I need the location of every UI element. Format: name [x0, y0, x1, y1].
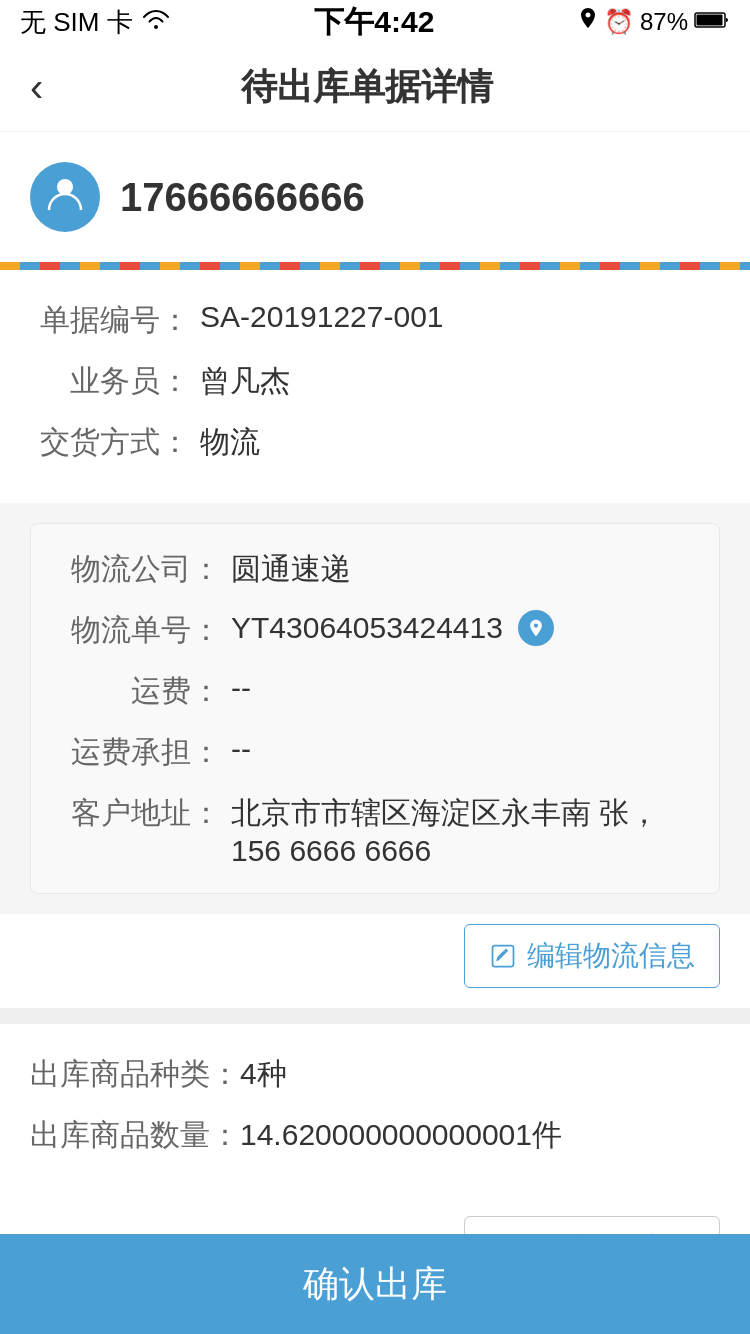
- freight-label: 运费：: [61, 671, 221, 712]
- status-left: 无 SIM 卡: [20, 5, 171, 40]
- order-number-value: SA-20191227-001: [200, 300, 720, 334]
- tracking-number: YT43064053424413: [231, 611, 503, 645]
- tracking-number-row: 物流单号： YT43064053424413: [61, 610, 689, 651]
- dashed-divider: [0, 262, 750, 270]
- battery-icon: [694, 8, 730, 36]
- status-bar: 无 SIM 卡 下午4:42 ⏰ 87%: [0, 0, 750, 44]
- logistics-company-row: 物流公司： 圆通速递: [61, 549, 689, 590]
- goods-quantity-row: 出库商品数量： 14.620000000000001件: [30, 1115, 720, 1156]
- goods-types-label: 出库商品种类：: [30, 1054, 240, 1095]
- logistics-box: 物流公司： 圆通速递 物流单号： YT43064053424413 运费： --…: [30, 523, 720, 894]
- freight-value: --: [231, 671, 689, 705]
- customer-header: 17666666666: [0, 132, 750, 262]
- tracking-value-container: YT43064053424413: [231, 610, 689, 646]
- basic-info-section: 单据编号： SA-20191227-001 业务员： 曾凡杰 交货方式： 物流: [0, 270, 750, 503]
- sales-person-label: 业务员：: [30, 361, 190, 402]
- address-value: 北京市市辖区海淀区永丰南 张，156 6666 6666: [231, 793, 689, 868]
- location-status-icon: [578, 7, 598, 37]
- edit-btn-row: 编辑物流信息: [0, 914, 750, 1008]
- tracking-location-icon[interactable]: [518, 610, 554, 646]
- edit-logistics-label: 编辑物流信息: [527, 937, 695, 975]
- goods-quantity-value: 14.620000000000001件: [240, 1115, 562, 1156]
- freight-bearer-row: 运费承担： --: [61, 732, 689, 773]
- tracking-label: 物流单号：: [61, 610, 221, 651]
- freight-bearer-value: --: [231, 732, 689, 766]
- status-time: 下午4:42: [314, 2, 434, 43]
- status-right: ⏰ 87%: [578, 7, 730, 37]
- avatar: [30, 162, 100, 232]
- logistics-company-value: 圆通速递: [231, 549, 689, 590]
- delivery-method-value: 物流: [200, 422, 720, 463]
- user-icon: [44, 172, 86, 223]
- delivery-method-row: 交货方式： 物流: [30, 422, 720, 463]
- edit-icon: [489, 942, 517, 970]
- section-divider: [0, 1008, 750, 1024]
- sales-person-value: 曾凡杰: [200, 361, 720, 402]
- confirm-btn-bar[interactable]: 确认出库: [0, 1234, 750, 1334]
- delivery-method-label: 交货方式：: [30, 422, 190, 463]
- svg-rect-1: [696, 15, 722, 26]
- back-button[interactable]: ‹: [30, 65, 43, 110]
- address-label: 客户地址：: [61, 793, 221, 834]
- goods-types-row: 出库商品种类： 4种: [30, 1054, 720, 1095]
- freight-bearer-label: 运费承担：: [61, 732, 221, 773]
- page-title: 待出库单据详情: [63, 63, 670, 112]
- sales-person-row: 业务员： 曾凡杰: [30, 361, 720, 402]
- order-number-label: 单据编号：: [30, 300, 190, 341]
- goods-quantity-label: 出库商品数量：: [30, 1115, 240, 1156]
- sim-status: 无 SIM 卡: [20, 5, 133, 40]
- order-number-row: 单据编号： SA-20191227-001: [30, 300, 720, 341]
- svg-point-2: [57, 179, 73, 195]
- alarm-icon: ⏰: [604, 8, 634, 36]
- address-row: 客户地址： 北京市市辖区海淀区永丰南 张，156 6666 6666: [61, 793, 689, 868]
- wifi-icon: [141, 6, 171, 38]
- customer-phone: 17666666666: [120, 175, 365, 220]
- nav-bar: ‹ 待出库单据详情: [0, 44, 750, 132]
- battery-percent: 87%: [640, 8, 688, 36]
- confirm-btn-text: 确认出库: [303, 1260, 447, 1309]
- goods-section: 出库商品种类： 4种 出库商品数量： 14.620000000000001件: [0, 1024, 750, 1206]
- logistics-company-label: 物流公司：: [61, 549, 221, 590]
- freight-row: 运费： --: [61, 671, 689, 712]
- edit-logistics-button[interactable]: 编辑物流信息: [464, 924, 720, 988]
- goods-types-value: 4种: [240, 1054, 287, 1095]
